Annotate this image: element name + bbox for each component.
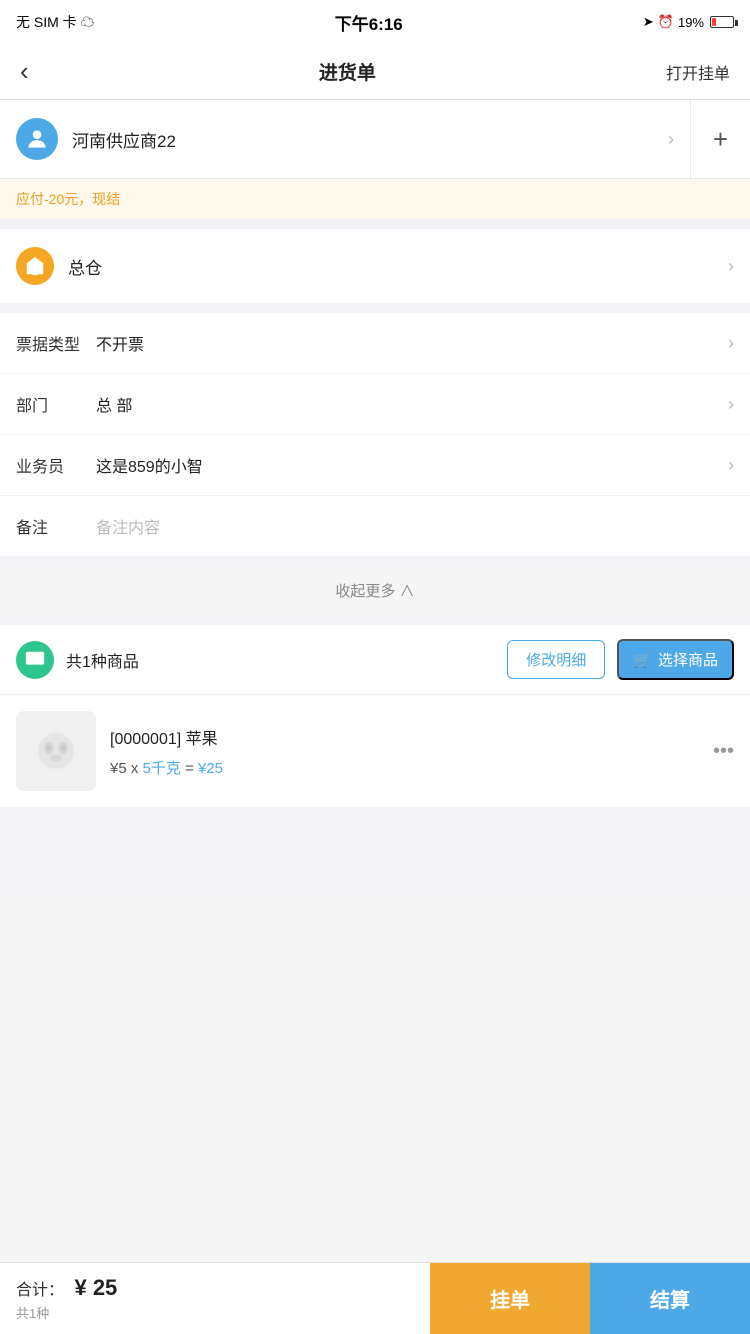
form-section: 票据类型 不开票 › 部门 总 部 › 业务员 这是859的小智 › 备注 备注… <box>0 313 750 556</box>
warehouse-selector[interactable]: 总仓 › <box>0 229 750 303</box>
open-pending-button[interactable]: 打开挂单 <box>666 60 730 84</box>
status-time: 下午6:16 <box>335 10 403 35</box>
product-name: [0000001] 苹果 <box>110 725 699 749</box>
sales-label: 业务员 <box>16 453 96 477</box>
product-thumbnail <box>16 711 96 791</box>
total-label: 合计： <box>16 1282 64 1299</box>
notice-text: 应付-20元，现结 <box>16 191 120 207</box>
battery-icon <box>710 16 734 28</box>
add-supplier-button[interactable]: + <box>690 100 750 179</box>
plus-icon: + <box>713 124 728 155</box>
quantity-text: 5千克 <box>143 760 181 777</box>
remarks-label: 备注 <box>16 514 96 538</box>
total-amount: ¥ 25 <box>74 1275 117 1300</box>
status-left: 无 SIM 卡 ☁ <box>16 12 95 32</box>
supplier-selector[interactable]: 河南供应商22 › <box>0 100 690 179</box>
chevron-right-icon: › <box>668 129 674 150</box>
select-product-label: 选择商品 <box>658 649 718 670</box>
remarks-row[interactable]: 备注 备注内容 <box>0 496 750 556</box>
dept-label: 部门 <box>16 392 96 416</box>
edit-detail-button[interactable]: 修改明细 <box>507 640 605 679</box>
invoice-value: 不开票 <box>96 331 728 355</box>
invoice-label: 票据类型 <box>16 331 96 355</box>
page-title: 进货单 <box>319 58 376 85</box>
sales-value: 这是859的小智 <box>96 453 728 477</box>
warehouse-name: 总仓 <box>68 254 728 279</box>
price-text: ¥5 x <box>110 760 143 777</box>
status-right: ➤ ⏰ 19% <box>643 14 734 30</box>
sim-status: 无 SIM 卡 ☁ <box>16 12 95 32</box>
content: 河南供应商22 › + 应付-20元，现结 总仓 › 票据类型 不开票 › 部门… <box>0 100 750 897</box>
dept-value: 总 部 <box>96 392 728 416</box>
nav-bar: ‹ 进货单 打开挂单 <box>0 44 750 100</box>
product-more-button[interactable]: ••• <box>713 740 734 763</box>
product-info: [0000001] 苹果 ¥5 x 5千克 = ¥25 <box>110 725 699 778</box>
supplier-section: 河南供应商22 › + <box>0 100 750 179</box>
total-count: 共1种 <box>16 1303 414 1322</box>
product-item: [0000001] 苹果 ¥5 x 5千克 = ¥25 ••• <box>0 695 750 807</box>
chevron-right-icon: › <box>728 333 734 354</box>
chevron-right-icon: › <box>728 394 734 415</box>
chevron-right-icon: › <box>728 256 734 277</box>
products-header: 共1种商品 修改明细 🛒 选择商品 <box>0 625 750 695</box>
bottom-bar: 合计： ¥ 25 共1种 挂单 结算 <box>0 1262 750 1334</box>
back-button[interactable]: ‹ <box>20 56 29 87</box>
alarm-icon: ⏰ <box>658 14 674 30</box>
invoice-type-row[interactable]: 票据类型 不开票 › <box>0 313 750 374</box>
cart-icon: 🛒 <box>633 651 652 669</box>
checkout-button[interactable]: 结算 <box>590 1263 750 1334</box>
collapse-label: 收起更多 ∧ <box>335 580 414 601</box>
bottom-spacer <box>0 817 750 897</box>
sales-rep-row[interactable]: 业务员 这是859的小智 › <box>0 435 750 496</box>
supplier-avatar <box>16 118 58 160</box>
supplier-name: 河南供应商22 <box>72 127 668 152</box>
collapse-button[interactable]: 收起更多 ∧ <box>0 566 750 615</box>
chevron-right-icon: › <box>728 455 734 476</box>
remarks-placeholder: 备注内容 <box>96 514 734 538</box>
total-text: ¥25 <box>198 760 223 777</box>
equals-text: = <box>181 760 198 777</box>
product-price: ¥5 x 5千克 = ¥25 <box>110 757 699 778</box>
products-icon <box>16 641 54 679</box>
warehouse-icon <box>16 247 54 285</box>
select-product-button[interactable]: 🛒 选择商品 <box>617 639 734 680</box>
department-row[interactable]: 部门 总 部 › <box>0 374 750 435</box>
total-section: 合计： ¥ 25 共1种 <box>0 1275 430 1322</box>
location-icon: ➤ <box>643 14 654 30</box>
battery-percent: 19% <box>678 15 704 30</box>
hang-button[interactable]: 挂单 <box>430 1263 590 1334</box>
notice-bar: 应付-20元，现结 <box>0 179 750 219</box>
products-count: 共1种商品 <box>66 648 495 672</box>
status-bar: 无 SIM 卡 ☁ 下午6:16 ➤ ⏰ 19% <box>0 0 750 44</box>
